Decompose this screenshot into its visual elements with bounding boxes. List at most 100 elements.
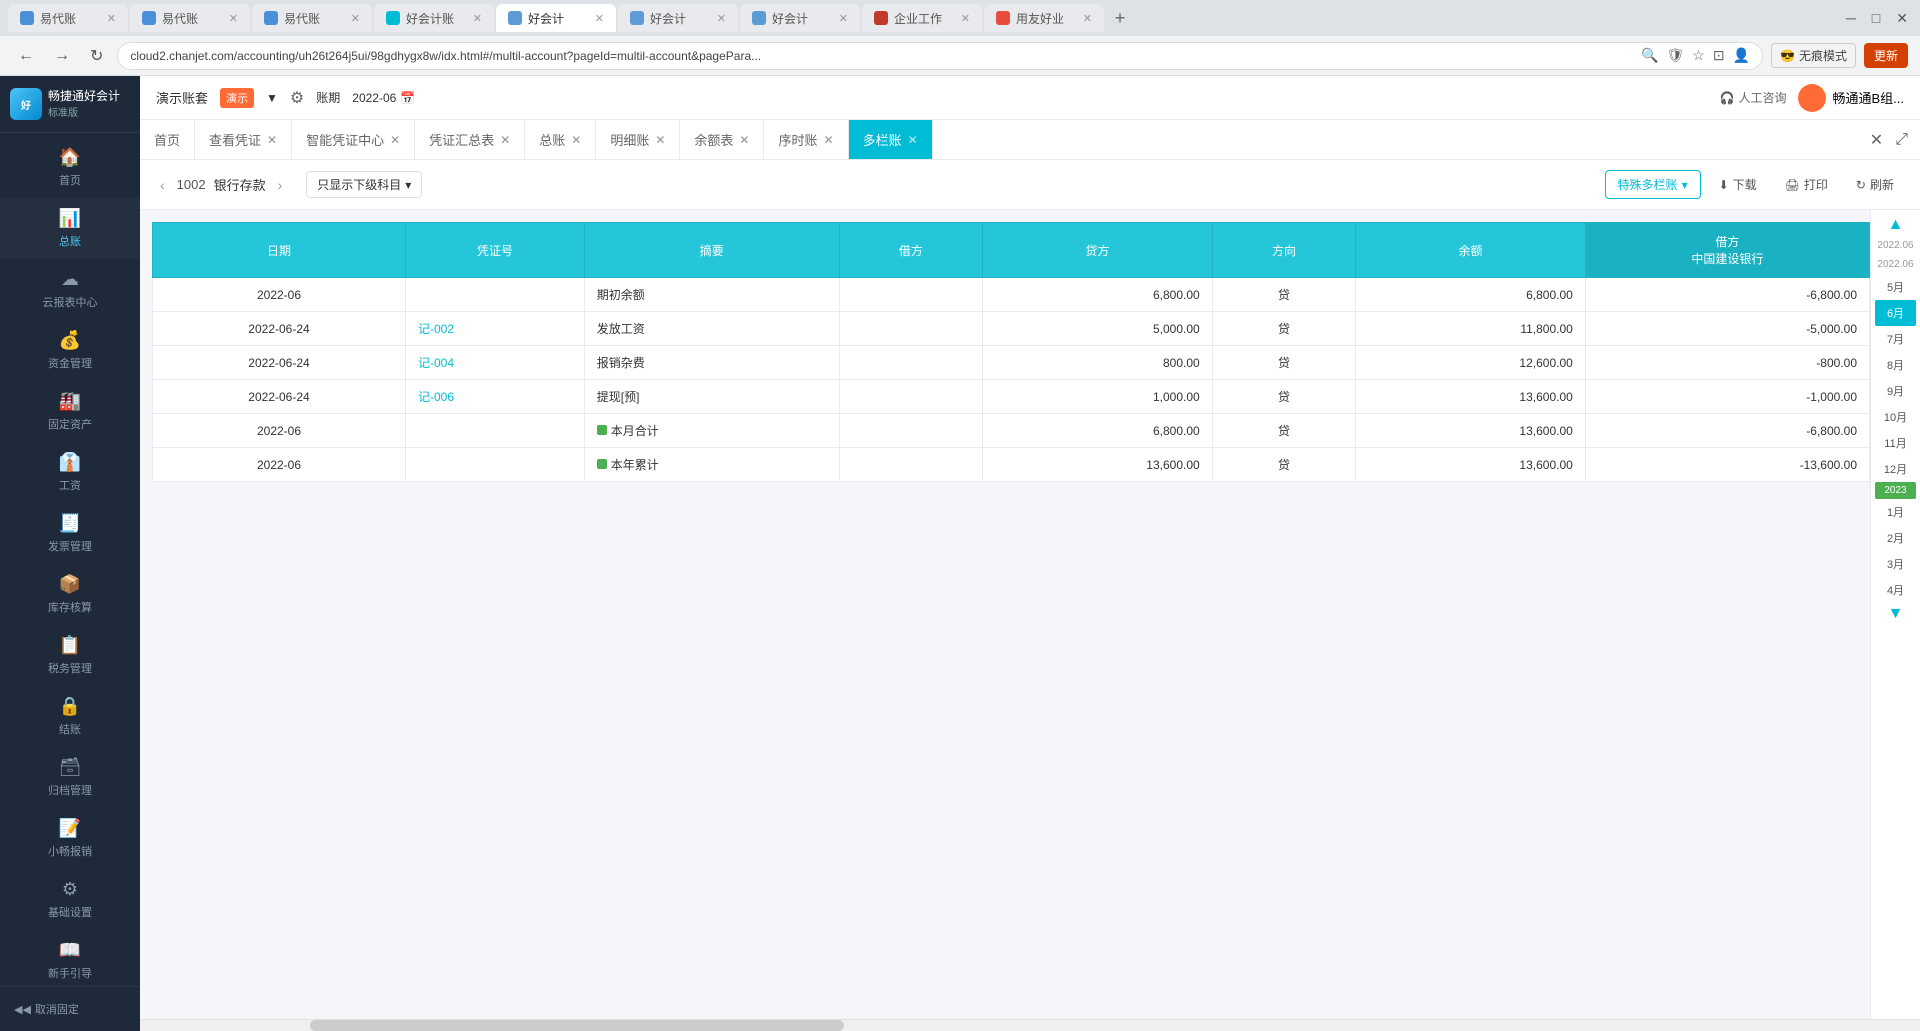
voucher-cell[interactable]: 记-002 (406, 312, 585, 346)
consult-button[interactable]: 🎧 人工咨询 (1720, 89, 1787, 106)
sidebar-item-home[interactable]: 🏠 首页 (0, 137, 140, 198)
sidebar-item-cloud-report[interactable]: ☁ 云报表中心 (0, 259, 140, 320)
cal-month-jul[interactable]: 7月 (1871, 326, 1920, 352)
sidebar-item-fund[interactable]: 💰 资金管理 (0, 320, 140, 381)
cal-month-sep[interactable]: 9月 (1871, 378, 1920, 404)
sidebar-item-close[interactable]: 🔒 结账 (0, 686, 140, 747)
sidebar-item-tax[interactable]: 📋 税务管理 (0, 625, 140, 686)
sidebar-item-salary[interactable]: 👔 工资 (0, 442, 140, 503)
sidebar-item-guide[interactable]: 📖 新手引导 (0, 930, 140, 986)
cal-month-may[interactable]: 5月 (1871, 274, 1920, 300)
sidebar-item-fixed-assets[interactable]: 🏭 固定资产 (0, 381, 140, 442)
direction-cell: 贷 (1212, 448, 1356, 482)
tab-close-9[interactable]: ✕ (1083, 12, 1092, 25)
update-button[interactable]: 更新 (1864, 43, 1908, 68)
fullscreen-button[interactable]: ⤢ (1891, 127, 1912, 153)
calendar-scroll-up[interactable]: ▲ (1871, 214, 1920, 236)
sidebar-item-expense[interactable]: 📝 小畅报销 (0, 808, 140, 869)
minimize-button[interactable]: ─ (1842, 6, 1860, 30)
tab-general-ledger[interactable]: 总账 ✕ (525, 120, 596, 160)
calendar-scroll-down[interactable]: ▼ (1871, 603, 1920, 625)
tab-smart-voucher[interactable]: 智能凭证中心 ✕ (292, 120, 415, 160)
tab-close-6[interactable]: ✕ (717, 12, 726, 25)
voucher-cell[interactable]: 记-006 (406, 380, 585, 414)
tab-haokuaiji-2[interactable]: 好会计 ✕ (496, 4, 616, 32)
tab-haokuaiji-1[interactable]: 好会计账 ✕ (374, 4, 494, 32)
tab-close-7[interactable]: ✕ (839, 12, 848, 25)
cal-month-aug[interactable]: 8月 (1871, 352, 1920, 378)
tab-home[interactable]: 首页 (140, 120, 195, 160)
cal-month-dec[interactable]: 12月 (1871, 456, 1920, 482)
tab-close-1[interactable]: ✕ (107, 12, 116, 25)
tab-yidaizhang-3[interactable]: 易代账 ✕ (252, 4, 372, 32)
user-info-button[interactable]: 畅通通B组... (1798, 84, 1904, 112)
sidebar-label-inventory: 库存核算 (48, 599, 92, 615)
next-account-button[interactable]: › (274, 175, 287, 195)
special-multi-col-button[interactable]: 特殊多栏账 ▾ (1605, 170, 1701, 199)
cal-month-nov[interactable]: 11月 (1871, 430, 1920, 456)
refresh-nav-button[interactable]: ↻ (84, 42, 109, 70)
settings-gear-button[interactable]: ⚙ (290, 88, 304, 108)
tab-journal[interactable]: 序时账 ✕ (764, 120, 848, 160)
tab-yidaizhang-1[interactable]: 易代账 ✕ (8, 4, 128, 32)
tab-yidaizhang-2[interactable]: 易代账 ✕ (130, 4, 250, 32)
tab-close-3[interactable]: ✕ (351, 12, 360, 25)
cal-month-apr[interactable]: 4月 (1871, 577, 1920, 603)
cal-month-feb[interactable]: 2月 (1871, 525, 1920, 551)
download-button[interactable]: ⬇ 下载 (1709, 171, 1767, 198)
prev-account-button[interactable]: ‹ (156, 175, 169, 195)
table-row: 2022-06 本月合计 6,800.00 贷 13,600.00 -6,800… (153, 414, 1870, 448)
splitscreen-icon[interactable]: ⊡ (1713, 47, 1725, 64)
voucher-cell[interactable]: 记-004 (406, 346, 585, 380)
tab-close-2[interactable]: ✕ (229, 12, 238, 25)
tab-haokuaiji-3[interactable]: 好会计 ✕ (618, 4, 738, 32)
cal-month-oct[interactable]: 10月 (1871, 404, 1920, 430)
print-button[interactable]: 🖨 打印 (1775, 171, 1838, 198)
tab-close-4[interactable]: ✕ (473, 12, 482, 25)
no-trace-mode[interactable]: 😎 无痕模式 (1771, 43, 1856, 68)
collapse-sidebar-button[interactable]: ◀◀ 取消固定 (8, 995, 132, 1023)
maximize-button[interactable]: □ (1868, 6, 1884, 30)
close-button[interactable]: ✕ (1892, 6, 1912, 31)
close-tab-summary[interactable]: ✕ (500, 133, 510, 147)
close-tab-action[interactable]: ✕ (1866, 126, 1887, 154)
back-button[interactable]: ← (12, 43, 40, 69)
close-tab-view-voucher[interactable]: ✕ (267, 133, 277, 147)
sidebar-item-settings[interactable]: ⚙ 基础设置 (0, 869, 140, 930)
profile-icon[interactable]: 👤 (1733, 47, 1750, 64)
demo-badge[interactable]: 演示 (220, 88, 254, 108)
sidebar-item-invoice[interactable]: 🧾 发票管理 (0, 503, 140, 564)
address-input[interactable]: cloud2.chanjet.com/accounting/uh26t264j5… (117, 42, 1763, 70)
tab-view-voucher[interactable]: 查看凭证 ✕ (195, 120, 292, 160)
cal-month-jun[interactable]: 6月 (1875, 300, 1916, 326)
sidebar-item-archive[interactable]: 🗃 归档管理 (0, 747, 140, 808)
close-tab-smart[interactable]: ✕ (390, 133, 400, 147)
tab-balance-sheet[interactable]: 余额表 ✕ (680, 120, 764, 160)
sidebar-item-ledger[interactable]: 📊 总账 (0, 198, 140, 259)
cal-month-jan[interactable]: 1月 (1871, 499, 1920, 525)
refresh-button[interactable]: ↻ 刷新 (1846, 171, 1904, 198)
sidebar-item-inventory[interactable]: 📦 库存核算 (0, 564, 140, 625)
tab-close-8[interactable]: ✕ (961, 12, 970, 25)
cal-month-mar[interactable]: 3月 (1871, 551, 1920, 577)
tab-yonyou[interactable]: 用友好业 ✕ (984, 4, 1104, 32)
demo-dropdown[interactable]: ▼ (266, 91, 278, 105)
tab-detail-ledger[interactable]: 明细账 ✕ (596, 120, 680, 160)
search-icon[interactable]: 🔍 (1641, 47, 1658, 64)
close-tab-journal[interactable]: ✕ (824, 133, 834, 147)
star-icon[interactable]: ☆ (1692, 47, 1705, 64)
close-tab-multi[interactable]: ✕ (908, 133, 918, 147)
tab-haokuaiji-4[interactable]: 好会计 ✕ (740, 4, 860, 32)
forward-button[interactable]: → (48, 43, 76, 69)
filter-dropdown[interactable]: 只显示下级科目 ▾ (306, 171, 422, 198)
horizontal-scrollbar[interactable] (140, 1019, 1920, 1031)
tab-qiye[interactable]: 企业工作 ✕ (862, 4, 982, 32)
period-selector[interactable]: 2022-06 📅 (352, 91, 415, 105)
tab-close-5[interactable]: ✕ (595, 12, 604, 25)
close-tab-detail[interactable]: ✕ (655, 133, 665, 147)
tab-multi-column[interactable]: 多栏账 ✕ (849, 120, 933, 160)
close-tab-balance[interactable]: ✕ (739, 133, 749, 147)
tab-voucher-summary[interactable]: 凭证汇总表 ✕ (415, 120, 525, 160)
new-tab-button[interactable]: + (1106, 4, 1134, 32)
close-tab-general[interactable]: ✕ (571, 133, 581, 147)
